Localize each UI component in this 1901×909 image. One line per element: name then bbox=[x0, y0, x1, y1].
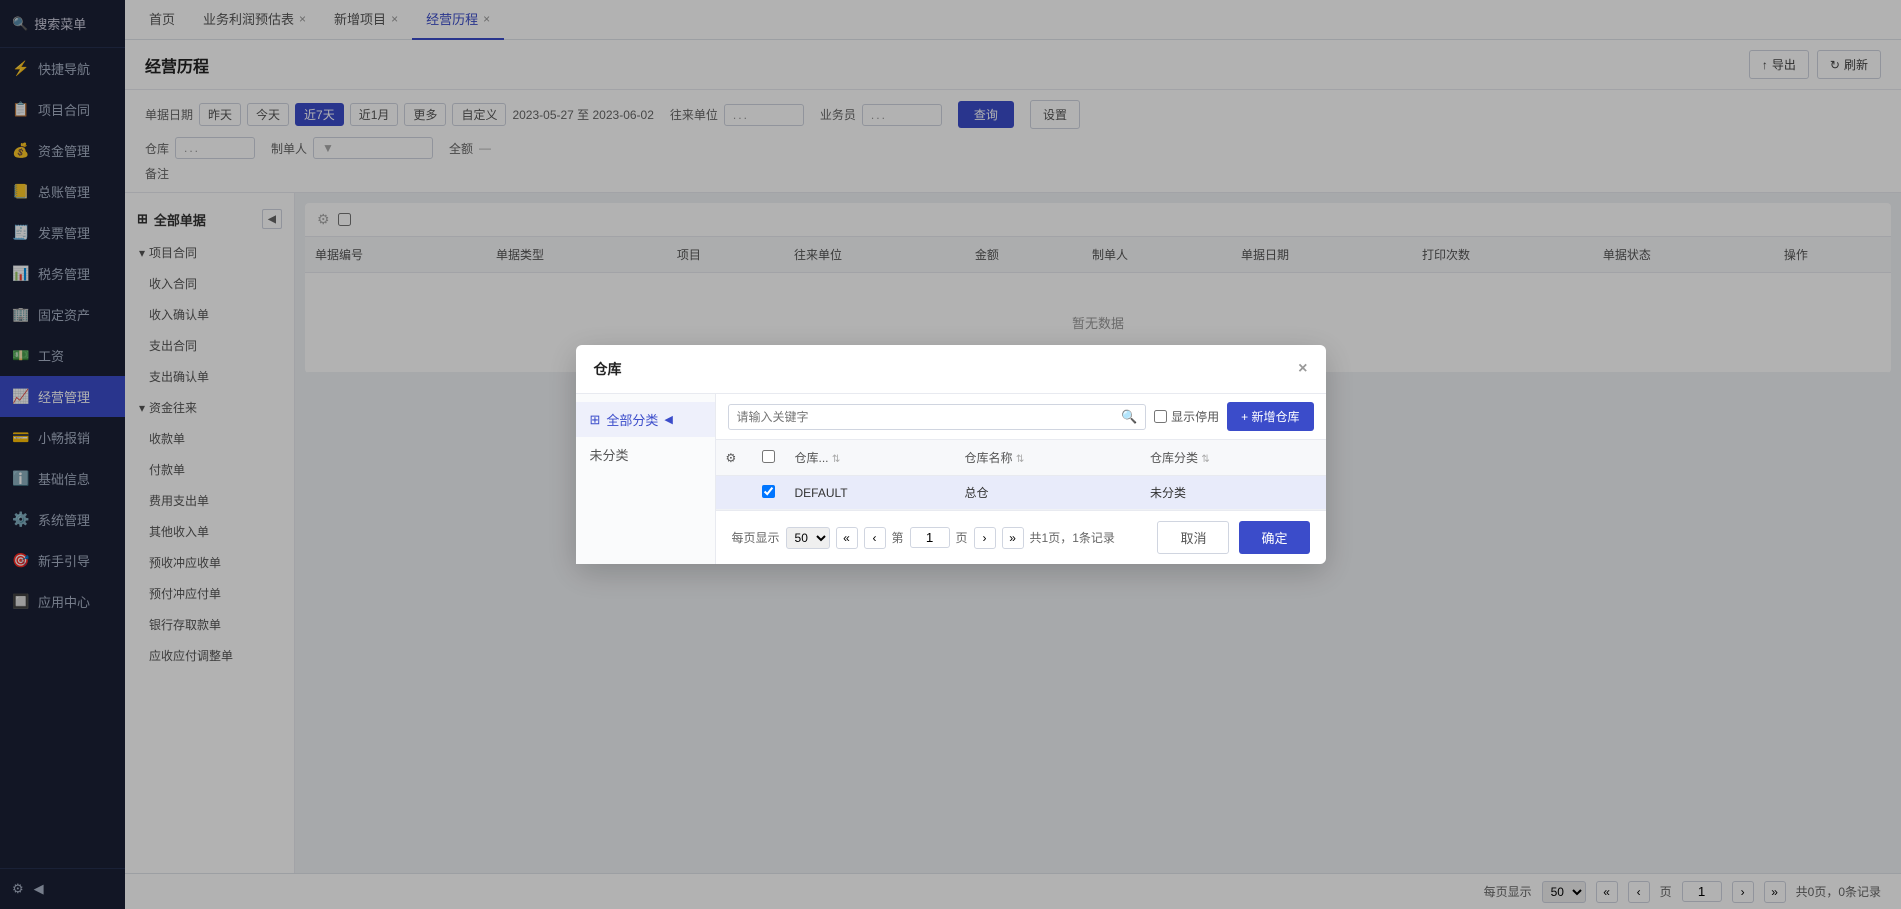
modal-tree-panel: ⊞ 全部分类 ◀ 未分类 bbox=[576, 394, 716, 564]
modal-confirm-button[interactable]: 确定 bbox=[1239, 521, 1309, 554]
modal-page-input[interactable] bbox=[910, 527, 950, 548]
modal-table-wrapper: ⚙ 仓库... ⇅ 仓库名称 ⇅ bbox=[716, 440, 1326, 510]
modal-per-page-label: 每页显示 bbox=[732, 529, 780, 546]
show-disabled-checkbox-label: 显示停用 bbox=[1154, 408, 1219, 425]
modal-row-name: 总仓 bbox=[955, 476, 1140, 510]
gear-icon-th[interactable]: ⚙ bbox=[726, 451, 737, 465]
modal-tree-unclassified[interactable]: 未分类 bbox=[576, 437, 715, 472]
modal-select-all[interactable] bbox=[762, 450, 775, 463]
modal-row-code: DEFAULT bbox=[785, 476, 955, 510]
modal-header: 仓库 × bbox=[576, 345, 1326, 394]
modal-tree-all[interactable]: ⊞ 全部分类 ◀ bbox=[576, 402, 715, 437]
modal-page-label: 第 bbox=[892, 529, 904, 546]
modal-last-btn[interactable]: » bbox=[1002, 527, 1024, 549]
modal-footer: 每页显示 50 « ‹ 第 页 › » 共1页，1条记录 bbox=[716, 510, 1326, 564]
modal-first-btn[interactable]: « bbox=[836, 527, 858, 549]
modal-search-box: 🔍 bbox=[728, 404, 1147, 430]
modal-th-checkbox bbox=[752, 440, 785, 476]
modal-total-info: 共1页，1条记录 bbox=[1030, 529, 1115, 546]
modal-body: ⊞ 全部分类 ◀ 未分类 🔍 显示停用 bbox=[576, 394, 1326, 564]
modal-title: 仓库 bbox=[594, 359, 622, 379]
add-warehouse-button[interactable]: + 新增仓库 bbox=[1227, 402, 1313, 431]
modal-th-category: 仓库分类 ⇅ bbox=[1140, 440, 1325, 476]
modal-table-row[interactable]: DEFAULT 总仓 未分类 bbox=[716, 476, 1326, 510]
modal-search-icon[interactable]: 🔍 bbox=[1121, 409, 1137, 425]
modal-search-input[interactable] bbox=[737, 410, 1115, 424]
sort-code-icon: ⇅ bbox=[832, 454, 840, 465]
modal-th-code: 仓库... ⇅ bbox=[785, 440, 955, 476]
modal-action-buttons: 取消 确定 bbox=[1157, 521, 1309, 554]
modal-toolbar: 🔍 显示停用 + 新增仓库 bbox=[716, 394, 1326, 440]
modal-row-select[interactable] bbox=[762, 485, 775, 498]
tree-collapse-icon[interactable]: ◀ bbox=[664, 413, 672, 426]
modal-row-checkbox bbox=[752, 476, 785, 510]
modal-th-name: 仓库名称 ⇅ bbox=[955, 440, 1140, 476]
modal-pagination: 每页显示 50 « ‹ 第 页 › » 共1页，1条记录 bbox=[732, 527, 1115, 549]
modal-prev-btn[interactable]: ‹ bbox=[864, 527, 886, 549]
modal-th-gear: ⚙ bbox=[716, 440, 752, 476]
modal-row-category: 未分类 bbox=[1140, 476, 1325, 510]
sort-name-icon: ⇅ bbox=[1016, 454, 1024, 465]
unclassified-label: 未分类 bbox=[590, 445, 629, 464]
modal-warehouse-table: ⚙ 仓库... ⇅ 仓库名称 ⇅ bbox=[716, 440, 1326, 510]
modal-per-page-select[interactable]: 50 bbox=[786, 527, 830, 549]
modal-overlay: 仓库 × ⊞ 全部分类 ◀ 未分类 🔍 bbox=[0, 0, 1901, 909]
modal-cancel-button[interactable]: 取消 bbox=[1157, 521, 1229, 554]
grid-icon-modal: ⊞ bbox=[590, 412, 601, 428]
sort-category-icon: ⇅ bbox=[1201, 454, 1209, 465]
modal-table-header-row: ⚙ 仓库... ⇅ 仓库名称 ⇅ bbox=[716, 440, 1326, 476]
modal-content-panel: 🔍 显示停用 + 新增仓库 ⚙ bbox=[716, 394, 1326, 564]
modal-close-button[interactable]: × bbox=[1298, 360, 1307, 378]
modal-next-btn[interactable]: › bbox=[974, 527, 996, 549]
modal-row-gear bbox=[716, 476, 752, 510]
show-disabled-checkbox[interactable] bbox=[1154, 410, 1167, 423]
modal-page-suffix: 页 bbox=[956, 529, 968, 546]
warehouse-modal: 仓库 × ⊞ 全部分类 ◀ 未分类 🔍 bbox=[576, 345, 1326, 564]
